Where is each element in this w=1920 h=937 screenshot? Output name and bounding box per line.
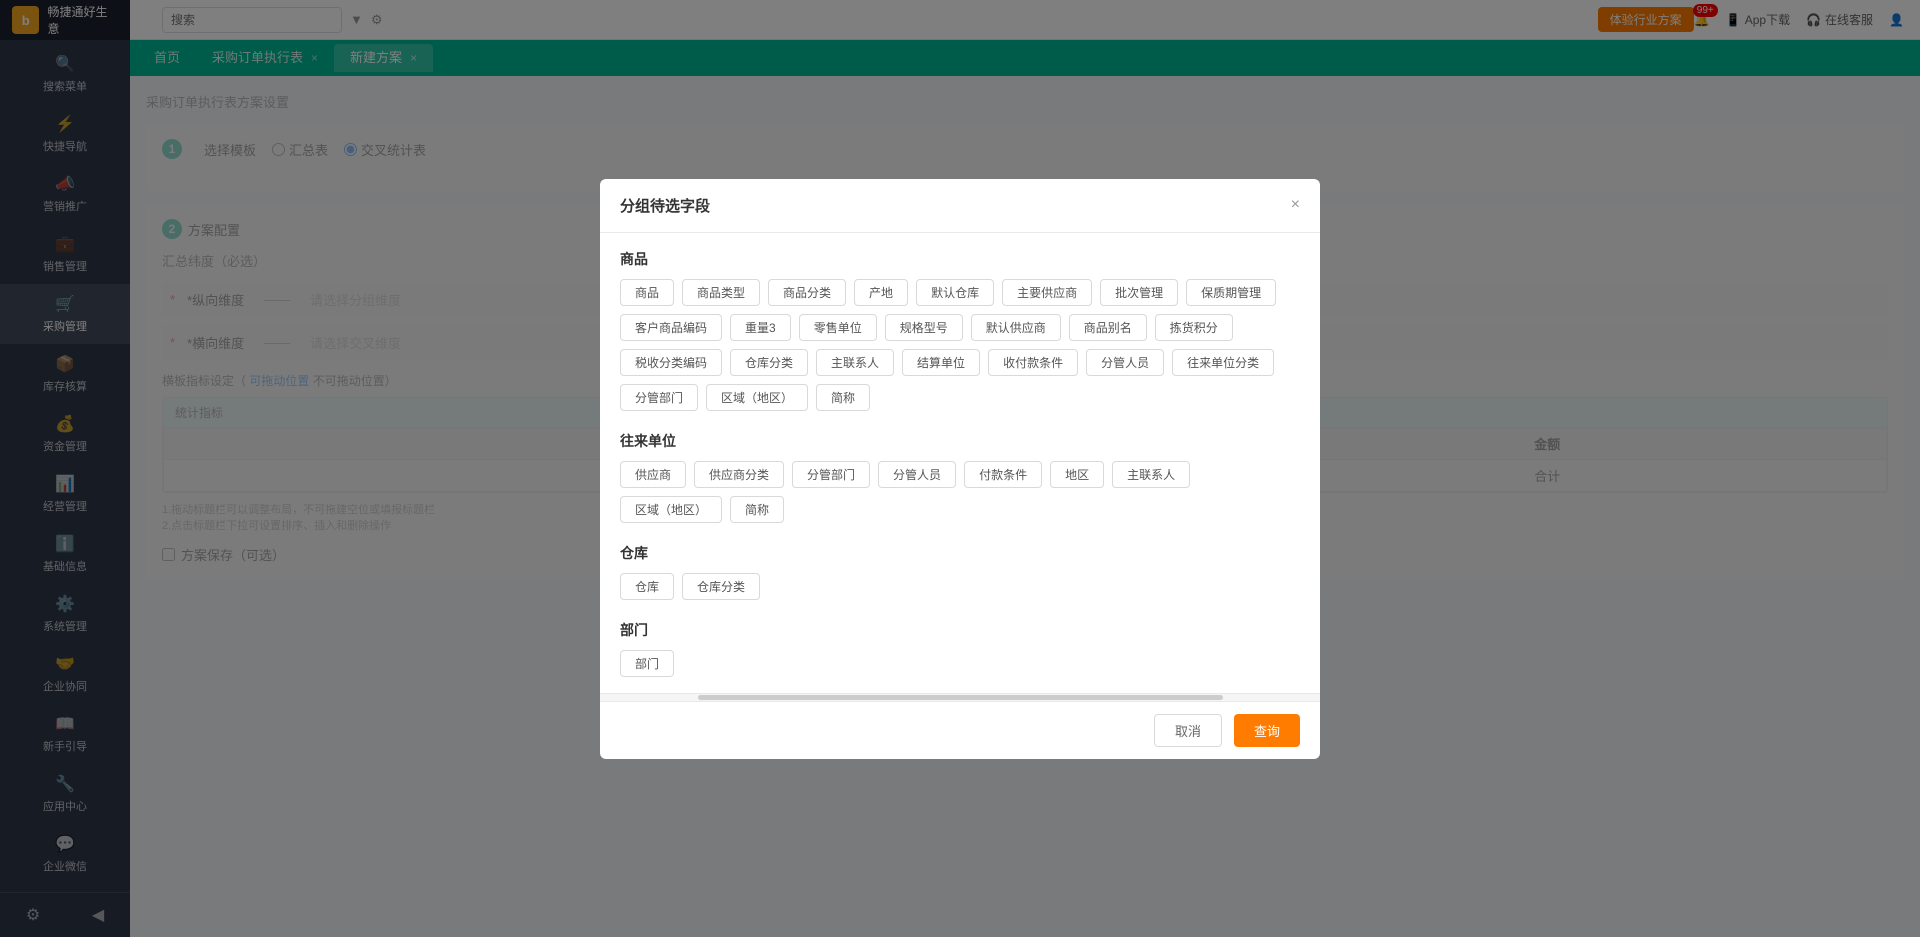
field-tag-供应商[interactable]: 供应商 [620,461,686,488]
field-tag-税收分类编码[interactable]: 税收分类编码 [620,349,722,376]
field-tag-区域（地区）[interactable]: 区域（地区） [620,496,722,523]
field-tag-客户商品编码[interactable]: 客户商品编码 [620,314,722,341]
field-tag-仓库分类[interactable]: 仓库分类 [730,349,808,376]
field-tag-拣货积分[interactable]: 拣货积分 [1155,314,1233,341]
field-tag-付款条件[interactable]: 付款条件 [964,461,1042,488]
section-counterpart: 往来单位供应商供应商分类分管部门分管人员付款条件地区主联系人区域（地区） 简称 [620,431,1300,523]
field-tag-主要供应商[interactable]: 主要供应商 [1002,279,1092,306]
field-tag-分管人员[interactable]: 分管人员 [878,461,956,488]
scrollbar-thumb [698,695,1223,700]
section-title-goods: 商品 [620,249,1300,269]
field-tag-供应商分类[interactable]: 供应商分类 [694,461,784,488]
modal-footer: 取消 查询 [600,701,1320,759]
field-tag-重量3[interactable]: 重量3 [730,314,791,341]
field-tag-分管部门[interactable]: 分管部门 [792,461,870,488]
field-tag-结算单位[interactable]: 结算单位 [902,349,980,376]
field-tag-主联系人[interactable]: 主联系人 [1112,461,1190,488]
field-tag-往来单位分类[interactable]: 往来单位分类 [1172,349,1274,376]
field-tag-保质期管理[interactable]: 保质期管理 [1186,279,1276,306]
field-tag-仓库[interactable]: 仓库 [620,573,674,600]
field-tag-分管人员[interactable]: 分管人员 [1086,349,1164,376]
modal-horizontal-scrollbar[interactable] [600,693,1320,700]
field-tag-部门[interactable]: 部门 [620,650,674,677]
section-title-counterpart: 往来单位 [620,431,1300,451]
modal-body: 商品商品商品类型商品分类产地默认仓库主要供应商批次管理保质期管理客户商品编码重量… [600,233,1320,694]
modal-header: 分组待选字段 × [600,179,1320,233]
section-title-department: 部门 [620,620,1300,640]
field-tag-主联系人[interactable]: 主联系人 [816,349,894,376]
section-goods: 商品商品商品类型商品分类产地默认仓库主要供应商批次管理保质期管理客户商品编码重量… [620,249,1300,411]
field-tag-分管部门[interactable]: 分管部门 [620,384,698,411]
field-tag-简称[interactable]: 简称 [816,384,870,411]
field-tag-产地[interactable]: 产地 [854,279,908,306]
field-tags-warehouse: 仓库仓库分类 [620,573,1300,600]
cancel-button[interactable]: 取消 [1154,714,1222,747]
field-select-modal: 分组待选字段 × 商品商品商品类型商品分类产地默认仓库主要供应商批次管理保质期管… [600,179,1320,759]
section-title-warehouse: 仓库 [620,543,1300,563]
modal-close-button[interactable]: × [1291,196,1300,214]
section-warehouse: 仓库仓库仓库分类 [620,543,1300,600]
field-tag-默认供应商[interactable]: 默认供应商 [971,314,1061,341]
modal-title: 分组待选字段 [620,195,710,216]
field-tag-地区[interactable]: 地区 [1050,461,1104,488]
field-tag-规格型号[interactable]: 规格型号 [885,314,963,341]
field-tag-收付款条件[interactable]: 收付款条件 [988,349,1078,376]
field-tag-批次管理[interactable]: 批次管理 [1100,279,1178,306]
field-tag-零售单位[interactable]: 零售单位 [799,314,877,341]
field-tags-goods: 商品商品类型商品分类产地默认仓库主要供应商批次管理保质期管理客户商品编码重量3 零… [620,279,1300,411]
field-tag-区域（地区）[interactable]: 区域（地区） [706,384,808,411]
field-tag-简称[interactable]: 简称 [730,496,784,523]
field-tag-商品类型[interactable]: 商品类型 [682,279,760,306]
field-tags-counterpart: 供应商供应商分类分管部门分管人员付款条件地区主联系人区域（地区） 简称 [620,461,1300,523]
field-tags-department: 部门 [620,650,1300,677]
field-tag-商品[interactable]: 商品 [620,279,674,306]
field-tag-默认仓库[interactable]: 默认仓库 [916,279,994,306]
confirm-button[interactable]: 查询 [1234,714,1300,747]
field-tag-商品别名[interactable]: 商品别名 [1069,314,1147,341]
modal-overlay: 分组待选字段 × 商品商品商品类型商品分类产地默认仓库主要供应商批次管理保质期管… [0,0,1920,937]
section-department: 部门部门 [620,620,1300,677]
field-tag-仓库分类[interactable]: 仓库分类 [682,573,760,600]
field-tag-商品分类[interactable]: 商品分类 [768,279,846,306]
